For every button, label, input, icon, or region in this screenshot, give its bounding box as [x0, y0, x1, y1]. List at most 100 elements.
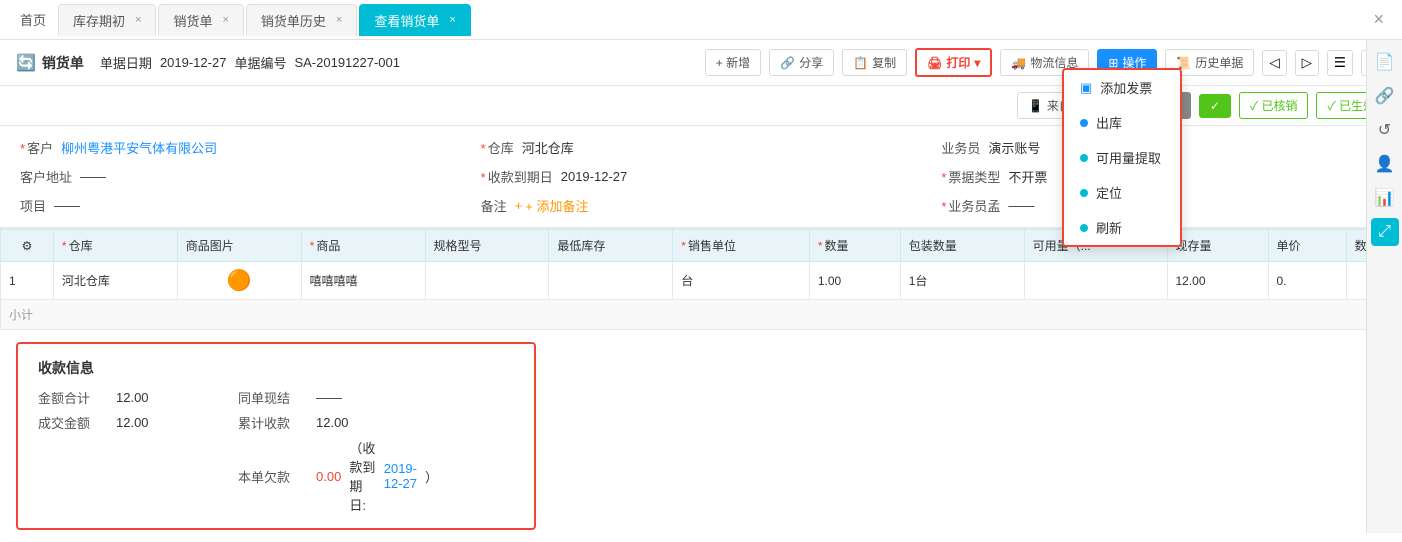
copy-button[interactable]: 📋 复制	[842, 49, 907, 76]
due-payment-value: 0.00	[316, 469, 341, 484]
dropdown-item-available-extract[interactable]: 可用量提取	[1064, 140, 1180, 175]
available-extract-dot	[1080, 154, 1088, 162]
subtotal-row: 小计	[1, 300, 1402, 330]
warehouse-field: *仓库 河北仓库	[481, 138, 922, 157]
payment-title: 收款信息	[38, 358, 514, 378]
window-close-button[interactable]: ×	[1365, 5, 1392, 34]
outbound-dot	[1080, 119, 1088, 127]
tab-sales-order[interactable]: 销货单 ×	[158, 4, 243, 36]
th-spec: 规格型号	[425, 230, 549, 262]
add-note-button[interactable]: + + 添加备注	[515, 196, 589, 215]
sidebar-icon-user[interactable]: 👤	[1371, 150, 1399, 178]
operate-dropdown: ▣ 添加发票 出库 可用量提取 定位 刷新	[1062, 68, 1182, 247]
tab-view-sales[interactable]: 查看销货单 ×	[359, 4, 470, 36]
close-tab-sales[interactable]: ×	[222, 14, 228, 26]
project-value: ——	[54, 198, 80, 213]
th-price: 单价	[1268, 230, 1346, 262]
th-image: 商品图片	[177, 230, 301, 262]
sidebar-icon-refresh[interactable]: ↺	[1371, 116, 1399, 144]
th-settings[interactable]: ⚙	[1, 230, 54, 262]
due-date: 2019-12-27	[384, 461, 417, 491]
copy-icon: 📋	[853, 56, 868, 70]
refresh-dot	[1080, 224, 1088, 232]
row-product: 嘻嘻嘻嘻	[301, 262, 425, 300]
payment-section: 收款信息 金额合计 12.00 同单现结 —— 成交金额 12.00	[0, 330, 1402, 542]
payment-box: 收款信息 金额合计 12.00 同单现结 —— 成交金额 12.00	[16, 342, 536, 530]
tab-home[interactable]: 首页	[10, 4, 56, 35]
warehouse-value: 河北仓库	[522, 138, 574, 157]
th-stock: 现存量	[1167, 230, 1268, 262]
payment-grid: 金额合计 12.00 同单现结 —— 成交金额 12.00 累计收款 12.00	[38, 388, 514, 514]
row-qty: 1.00	[809, 262, 900, 300]
staff-value: 演示账号	[988, 138, 1040, 157]
print-button[interactable]: 🖨 打印 ▾	[915, 48, 992, 77]
share-icon: 🔗	[780, 56, 795, 70]
row-available	[1024, 262, 1167, 300]
status-bar: 📱 来自手机 🔘 未开票 ✓ ✓ 已核销 ✓ 已生效	[0, 86, 1402, 126]
close-tab-inventory[interactable]: ×	[135, 14, 141, 26]
row-price: 0.	[1268, 262, 1346, 300]
customer-field: *客户 柳州粤港平安气体有限公司	[20, 138, 461, 157]
dropdown-item-add-invoice[interactable]: ▣ 添加发票	[1064, 70, 1180, 105]
row-warehouse: 河北仓库	[53, 262, 177, 300]
deal-amount-row: 成交金额 12.00	[38, 413, 238, 432]
empty-row	[38, 438, 238, 514]
locate-dot	[1080, 189, 1088, 197]
cumulative-payment-row: 累计收款 12.00	[238, 413, 438, 432]
document-header: 🔄 销货单 单据日期 2019-12-27 单据编号 SA-20191227-0…	[0, 40, 1402, 86]
row-num: 1	[1, 262, 54, 300]
payment-date-value: 2019-12-27	[561, 169, 628, 184]
invoice-icon: ▣	[1080, 80, 1092, 96]
row-spec	[425, 262, 549, 300]
sidebar-icon-expand[interactable]: ⤢	[1371, 218, 1399, 246]
confirm-button[interactable]: ✓	[1199, 94, 1231, 118]
row-stock: 12.00	[1167, 262, 1268, 300]
th-product: *商品	[301, 230, 425, 262]
document-actions: + 新增 🔗 分享 📋 复制 🖨 打印 ▾ 🚚 物流信息	[705, 48, 1386, 77]
tab-sales-history[interactable]: 销货单历史 ×	[246, 4, 357, 36]
total-amount-value: 12.00	[116, 390, 149, 405]
layout-list-button[interactable]: ☰	[1327, 50, 1353, 76]
dropdown-item-outbound[interactable]: 出库	[1064, 105, 1180, 140]
tab-inventory-init[interactable]: 库存期初 ×	[58, 4, 156, 36]
document-meta: 单据日期 2019-12-27 单据编号 SA-20191227-001	[100, 53, 400, 72]
subtotal-label: 小计	[1, 300, 1402, 330]
address-field: 客户地址 ——	[20, 167, 461, 186]
project-field: 项目 ——	[20, 196, 461, 215]
row-pack-qty: 1台	[900, 262, 1024, 300]
customer-value[interactable]: 柳州粤港平安气体有限公司	[61, 138, 217, 157]
right-sidebar: 📄 🔗 ↺ 👤 📊 ⤢	[1366, 40, 1402, 533]
row-unit: 台	[673, 262, 810, 300]
th-pack-qty: 包装数量	[900, 230, 1024, 262]
nav-next-button[interactable]: ▷	[1295, 50, 1319, 76]
print-dropdown-icon: ▾	[974, 56, 980, 70]
main-content: 🔄 销货单 单据日期 2019-12-27 单据编号 SA-20191227-0…	[0, 40, 1402, 542]
ticket-type-value: 不开票	[1008, 167, 1047, 186]
dropdown-item-refresh[interactable]: 刷新	[1064, 210, 1180, 245]
verified-button[interactable]: ✓ 已核销	[1239, 92, 1309, 119]
sidebar-icon-chart[interactable]: 📊	[1371, 184, 1399, 212]
due-payment-row: 本单欠款 0.00 （收款到期日: 2019-12-27 ）	[238, 438, 438, 514]
dropdown-item-locate[interactable]: 定位	[1064, 175, 1180, 210]
row-min-stock	[549, 262, 673, 300]
th-qty: *数量	[809, 230, 900, 262]
share-button[interactable]: 🔗 分享	[769, 49, 834, 76]
same-order-settle-value: ——	[316, 390, 342, 405]
close-tab-view-sales[interactable]: ×	[449, 14, 455, 26]
cumulative-payment-value: 12.00	[316, 415, 349, 430]
note-field: 备注 + + 添加备注	[481, 196, 922, 215]
due-payment-note: （收款到期日:	[349, 438, 375, 514]
th-unit: *销售单位	[673, 230, 810, 262]
new-button[interactable]: + 新增	[705, 49, 761, 76]
deal-amount-value: 12.00	[116, 415, 149, 430]
close-tab-history[interactable]: ×	[336, 14, 342, 26]
check-icon: ✓	[1210, 99, 1220, 113]
plus-icon: +	[515, 198, 523, 213]
nav-prev-button[interactable]: ◁	[1262, 50, 1286, 76]
sales-staff-value: ——	[1008, 198, 1034, 213]
sidebar-icon-doc[interactable]: 📄	[1371, 48, 1399, 76]
phone-icon: 📱	[1028, 99, 1043, 113]
same-order-settle-row: 同单现结 ——	[238, 388, 438, 407]
payment-date-field: *收款到期日 2019-12-27	[481, 167, 922, 186]
sidebar-icon-link[interactable]: 🔗	[1371, 82, 1399, 110]
